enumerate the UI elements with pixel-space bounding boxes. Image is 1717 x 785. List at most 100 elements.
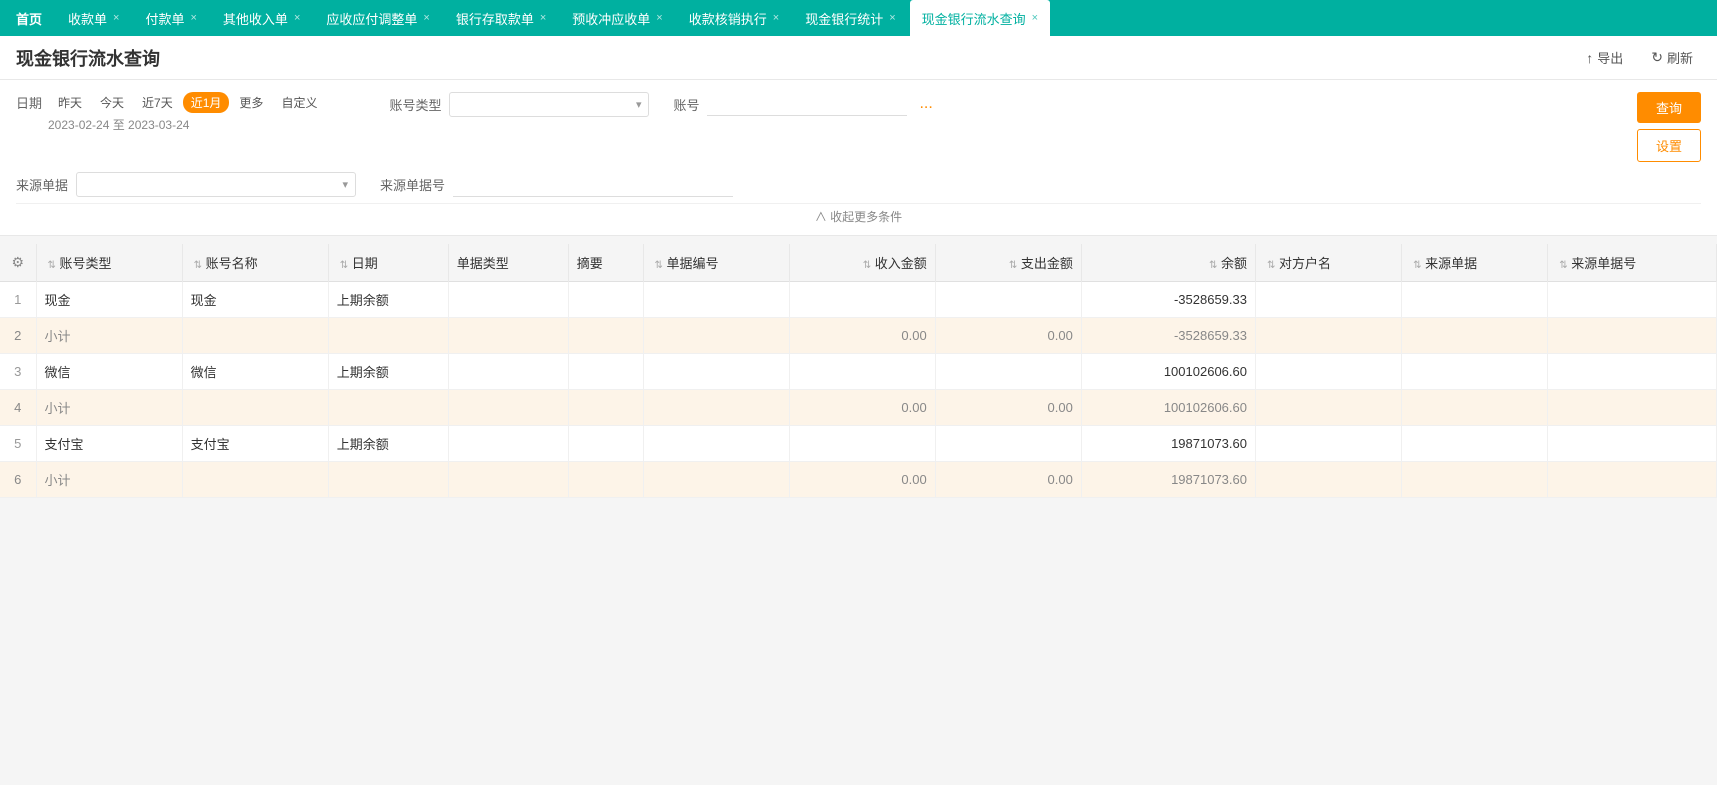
income-cell [789, 426, 935, 462]
close-icon[interactable]: × [113, 12, 119, 24]
export-button[interactable]: ↑ 导出 [1578, 44, 1631, 71]
date-opt-7days[interactable]: 近7天 [134, 92, 181, 113]
date-cell: 上期余额 [328, 426, 448, 462]
counterparty-cell [1255, 354, 1401, 390]
page-title: 现金银行流水查询 [16, 45, 160, 71]
source-doc-filter: 来源单据 [16, 172, 356, 197]
collapse-bar[interactable]: ∧ 收起更多条件 [16, 203, 1701, 227]
nav-fukuandan[interactable]: 付款单 × [133, 0, 208, 36]
col-summary: 摘要 [568, 244, 643, 282]
collapse-icon: ∧ [815, 210, 830, 224]
date-opt-more[interactable]: 更多 [231, 92, 271, 113]
close-icon[interactable]: × [423, 12, 429, 24]
close-icon[interactable]: × [1032, 12, 1038, 24]
col-source-doc-no: ⇅ 来源单据号 [1548, 244, 1717, 282]
acct-name-cell [182, 462, 328, 498]
col-acct-name: ⇅ 账号名称 [182, 244, 328, 282]
date-cell [328, 462, 448, 498]
row-number: 3 [0, 354, 36, 390]
table-row: 1现金现金上期余额-3528659.33 [0, 282, 1717, 318]
settings-button[interactable]: 设置 [1637, 129, 1701, 162]
col-balance: ⇅ 余额 [1081, 244, 1255, 282]
nav-banksave[interactable]: 银行存取款单 × [444, 0, 558, 36]
nav-collect[interactable]: 收款核销执行 × [677, 0, 791, 36]
row-number: 1 [0, 282, 36, 318]
acct-no-filter: 账号 ... [673, 92, 936, 116]
doc-type-cell [448, 318, 568, 354]
date-opt-today[interactable]: 今天 [92, 92, 132, 113]
date-range-display: 2023-02-24 至 2023-03-24 [48, 116, 325, 133]
doc-type-cell [448, 390, 568, 426]
nav-shoukuandan[interactable]: 收款单 × [56, 0, 131, 36]
date-opt-1month[interactable]: 近1月 [183, 92, 230, 113]
income-cell: 0.00 [789, 462, 935, 498]
row-number: 2 [0, 318, 36, 354]
acct-no-dots[interactable]: ... [915, 95, 936, 113]
nav-otherin[interactable]: 其他收入单 × [211, 0, 312, 36]
source-doc-no-cell [1548, 390, 1717, 426]
summary-cell [568, 426, 643, 462]
nav-home[interactable]: 首页 [4, 0, 54, 36]
col-doc-type: 单据类型 [448, 244, 568, 282]
acct-type-cell: 现金 [36, 282, 182, 318]
acct-no-label: 账号 [673, 95, 699, 114]
date-cell [328, 318, 448, 354]
source-doc-no-cell [1548, 318, 1717, 354]
close-icon[interactable]: × [773, 12, 779, 24]
close-icon[interactable]: × [540, 12, 546, 24]
top-nav: 首页 收款单 × 付款单 × 其他收入单 × 应收应付调整单 × 银行存取款单 … [0, 0, 1717, 36]
date-opt-custom[interactable]: 自定义 [273, 92, 325, 113]
balance-cell: 100102606.60 [1081, 390, 1255, 426]
counterparty-cell [1255, 390, 1401, 426]
source-doc-no-cell [1548, 426, 1717, 462]
nav-prepay[interactable]: 预收冲应收单 × [560, 0, 674, 36]
doc-no-cell [643, 354, 789, 390]
source-doc-label: 来源单据 [16, 175, 68, 194]
source-doc-no-cell [1548, 462, 1717, 498]
data-table: ⚙ ⇅ 账号类型 ⇅ 账号名称 ⇅ 日期 单据类型 摘要 [0, 244, 1717, 498]
acct-type-select[interactable]: 现金 微信 支付宝 [449, 92, 649, 117]
gear-icon[interactable]: ⚙ [11, 254, 24, 270]
expense-cell [935, 426, 1081, 462]
table-header: ⚙ ⇅ 账号类型 ⇅ 账号名称 ⇅ 日期 单据类型 摘要 [0, 244, 1717, 282]
right-buttons: 查询 设置 [1637, 92, 1701, 162]
table-row: 5支付宝支付宝上期余额19871073.60 [0, 426, 1717, 462]
page-header: 现金银行流水查询 ↑ 导出 ↻ 刷新 [0, 36, 1717, 80]
source-doc-no-cell [1548, 354, 1717, 390]
income-cell: 0.00 [789, 390, 935, 426]
source-doc-cell [1402, 354, 1548, 390]
summary-cell [568, 318, 643, 354]
summary-cell [568, 282, 643, 318]
nav-cashstat[interactable]: 现金银行统计 × [793, 0, 907, 36]
source-doc-no-input[interactable] [453, 173, 733, 197]
acct-name-cell: 微信 [182, 354, 328, 390]
acct-type-cell: 小计 [36, 462, 182, 498]
col-gear: ⚙ [0, 244, 36, 282]
acct-name-cell [182, 390, 328, 426]
balance-cell: 19871073.60 [1081, 462, 1255, 498]
date-options: 昨天 今天 近7天 近1月 更多 自定义 [50, 92, 325, 113]
income-cell [789, 282, 935, 318]
table-row: 4小计0.000.00100102606.60 [0, 390, 1717, 426]
date-cell [328, 390, 448, 426]
acct-type-cell: 小计 [36, 318, 182, 354]
acct-no-input[interactable] [707, 92, 907, 116]
acct-type-label: 账号类型 [389, 95, 441, 114]
refresh-button[interactable]: ↻ 刷新 [1643, 44, 1701, 71]
nav-cashflow[interactable]: 现金银行流水查询 × [910, 0, 1050, 36]
export-icon: ↑ [1586, 50, 1593, 66]
close-icon[interactable]: × [294, 12, 300, 24]
col-counterparty: ⇅ 对方户名 [1255, 244, 1401, 282]
close-icon[interactable]: × [889, 12, 895, 24]
source-doc-select[interactable] [76, 172, 356, 197]
nav-adjust[interactable]: 应收应付调整单 × [314, 0, 441, 36]
date-opt-yesterday[interactable]: 昨天 [50, 92, 90, 113]
close-icon[interactable]: × [190, 12, 196, 24]
query-button[interactable]: 查询 [1637, 92, 1701, 123]
income-cell: 0.00 [789, 318, 935, 354]
col-income: ⇅ 收入金额 [789, 244, 935, 282]
row-number: 5 [0, 426, 36, 462]
row-number: 4 [0, 390, 36, 426]
balance-cell: -3528659.33 [1081, 318, 1255, 354]
close-icon[interactable]: × [656, 12, 662, 24]
